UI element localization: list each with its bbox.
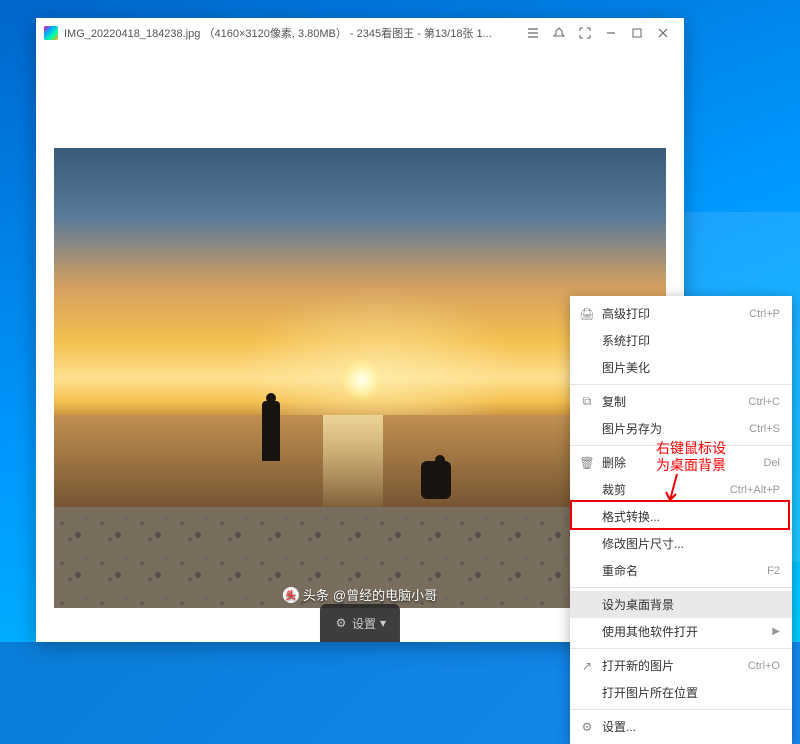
menu-item-系统打印[interactable]: 系统打印 [570,327,792,354]
app-name: - 2345看图王 [350,28,414,40]
menu-item-复制[interactable]: ⧉复制Ctrl+C [570,388,792,415]
window-title: IMG_20220418_184238.jpg （4160×3120像素, 3.… [64,25,492,41]
menu-item-label: 高级打印 [596,305,749,322]
menu-separator [570,587,792,588]
app-icon [44,26,58,40]
menu-item-图片美化[interactable]: 图片美化 [570,354,792,381]
menu-item-label: 系统打印 [596,332,780,349]
chevron-down-icon: ▾ [380,616,386,630]
fullscreen-button[interactable] [572,21,598,45]
menu-item-shortcut: Ctrl+O [748,660,780,672]
menu-item-高级打印[interactable]: 🖨高级打印Ctrl+P [570,300,792,327]
watermark-prefix: 头条 [303,585,329,604]
position-counter: - 第13/18张 1... [417,28,492,40]
menu-separator [570,648,792,649]
toolbar-settings-label: 设置 [352,615,376,632]
menu-separator [570,709,792,710]
menu-item-shortcut: Del [763,457,780,469]
menu-item-label: 打开图片所在位置 [596,684,780,701]
annotation-line2: 为桌面背景 [656,457,726,474]
menu-item-label: 裁剪 [596,481,730,498]
watermark: 头 头条 @曾经的电脑小哥 [283,585,437,604]
menu-item-裁剪[interactable]: 裁剪Ctrl+Alt+P [570,476,792,503]
trash-icon: 🗑 [578,456,596,470]
menu-item-label: 修改图片尺寸... [596,535,780,552]
menu-item-shortcut: Ctrl+P [749,308,780,320]
annotation-line1: 右键鼠标设 [656,440,726,457]
bottom-toolbar: ⚙ 设置 ▾ [320,604,400,642]
menu-item-label: 设为桌面背景 [596,596,780,613]
context-menu: 🖨高级打印Ctrl+P系统打印图片美化⧉复制Ctrl+C图片另存为Ctrl+S🗑… [570,296,792,744]
menu-item-shortcut: F2 [767,565,780,577]
menu-item-shortcut: Ctrl+S [749,423,780,435]
copy-icon: ⧉ [578,394,596,409]
gear-icon: ⚙ [578,720,596,734]
maximize-button[interactable] [624,21,650,45]
menu-item-设为桌面背景[interactable]: 设为桌面背景 [570,591,792,618]
menu-item-label: 图片另存为 [596,420,749,437]
pin-button[interactable] [546,21,572,45]
printer-icon: 🖨 [578,307,596,321]
menu-separator [570,384,792,385]
menu-item-label: 重命名 [596,562,767,579]
titlebar: IMG_20220418_184238.jpg （4160×3120像素, 3.… [36,18,684,48]
menu-item-shortcut: Ctrl+Alt+P [730,484,780,496]
watermark-text: @曾经的电脑小哥 [333,585,437,604]
menu-item-label: 使用其他软件打开 [596,623,772,640]
menu-item-打开新的图片[interactable]: ↗打开新的图片Ctrl+O [570,652,792,679]
menu-item-使用其他软件打开[interactable]: 使用其他软件打开▶ [570,618,792,645]
menu-item-打开图片所在位置[interactable]: 打开图片所在位置 [570,679,792,706]
menu-item-格式转换...[interactable]: 格式转换... [570,503,792,530]
menu-item-设置...[interactable]: ⚙设置... [570,713,792,740]
menu-item-图片另存为[interactable]: 图片另存为Ctrl+S [570,415,792,442]
close-button[interactable] [650,21,676,45]
filename: IMG_20220418_184238.jpg [64,28,200,40]
dimensions: （4160×3120像素, 3.80MB） [203,28,346,40]
submenu-arrow-icon: ▶ [772,626,780,637]
menu-item-label: 格式转换... [596,508,780,525]
minimize-button[interactable] [598,21,624,45]
external-icon: ↗ [578,659,596,673]
menu-button[interactable] [520,21,546,45]
menu-item-label: 设置... [596,718,780,735]
menu-item-label: 复制 [596,393,749,410]
menu-item-修改图片尺寸...[interactable]: 修改图片尺寸... [570,530,792,557]
menu-item-label: 图片美化 [596,359,780,376]
watermark-icon: 头 [283,587,299,603]
menu-item-重命名[interactable]: 重命名F2 [570,557,792,584]
annotation-text: 右键鼠标设 为桌面背景 [656,440,726,474]
toolbar-settings[interactable]: ⚙ 设置 ▾ [334,615,386,632]
gear-icon: ⚙ [334,616,348,630]
menu-item-shortcut: Ctrl+C [749,396,780,408]
menu-item-label: 打开新的图片 [596,657,748,674]
